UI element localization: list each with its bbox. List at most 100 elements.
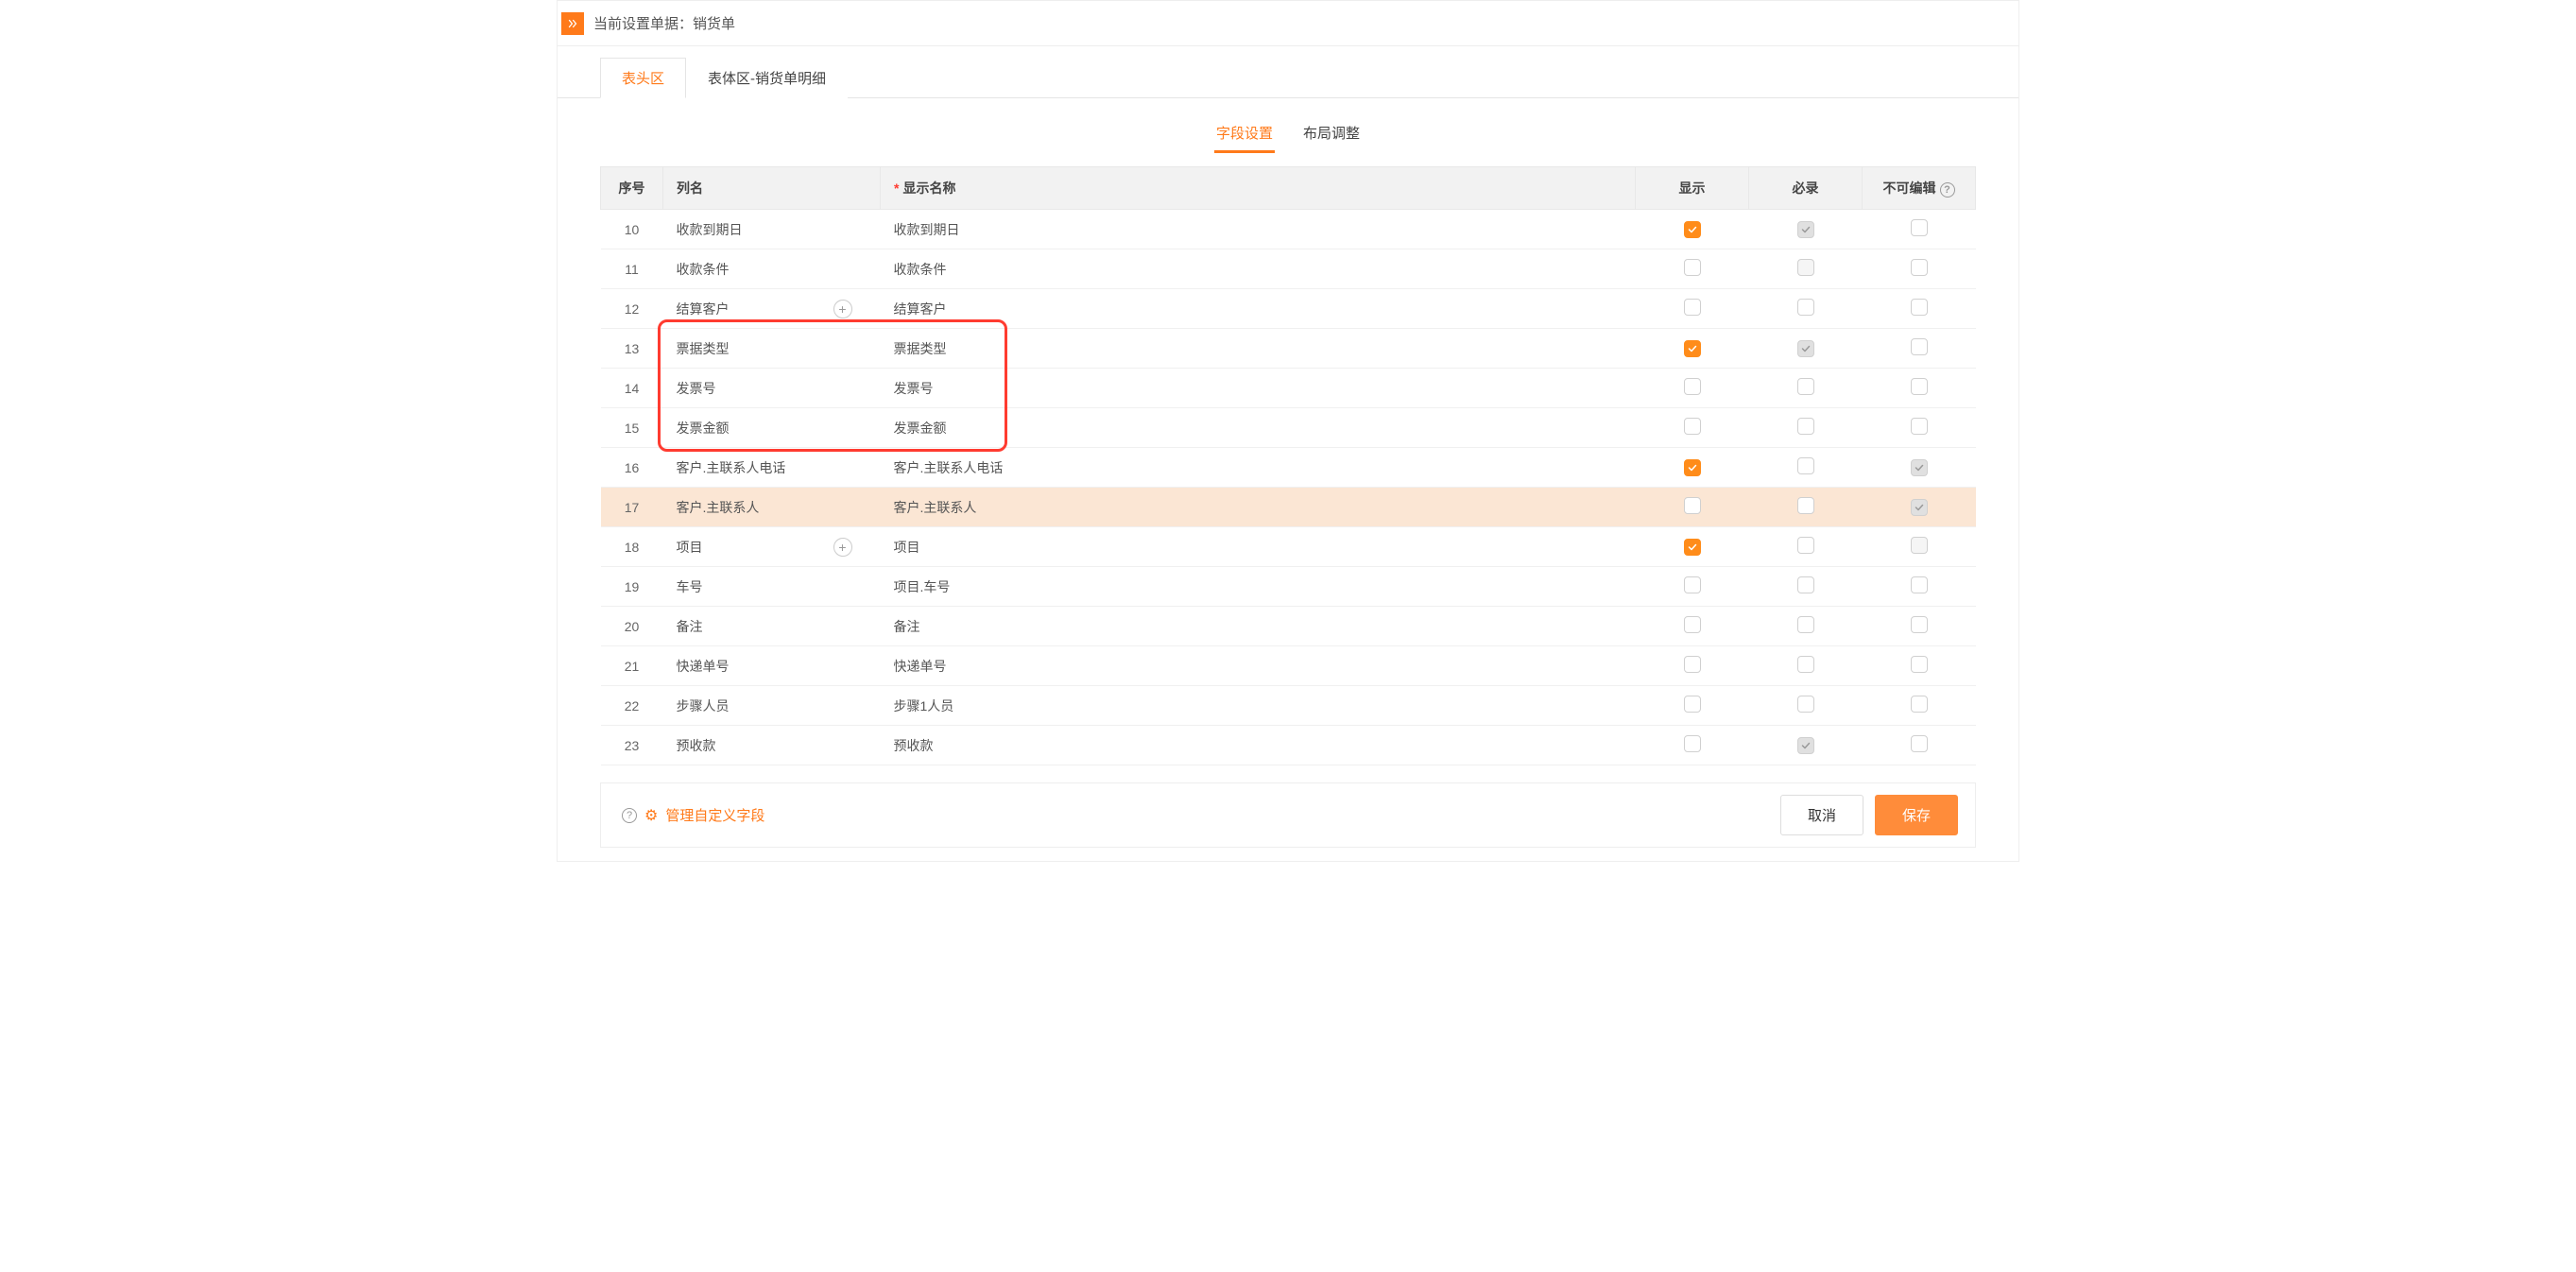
locked-checkbox[interactable] [1911,219,1928,236]
cell-required [1749,726,1863,765]
locked-checkbox[interactable] [1911,616,1928,633]
show-checkbox[interactable] [1684,576,1701,593]
cell-name: 项目+ [663,527,881,567]
required-checkbox[interactable] [1797,457,1814,474]
cell-required [1749,607,1863,646]
required-checkbox[interactable] [1797,696,1814,713]
locked-checkbox[interactable] [1911,259,1928,276]
cell-locked [1863,329,1976,369]
cell-display-name[interactable]: 客户.主联系人电话 [881,448,1636,488]
cell-display-name[interactable]: 项目 [881,527,1636,567]
table-row[interactable]: 16客户.主联系人电话客户.主联系人电话 [601,448,1976,488]
table-row[interactable]: 22步骤人员步骤1人员 [601,686,1976,726]
cell-show [1636,448,1749,488]
table-row[interactable]: 15发票金额发票金额 [601,408,1976,448]
cell-required [1749,408,1863,448]
locked-checkbox[interactable] [1911,338,1928,355]
cell-name: 结算客户+ [663,289,881,329]
locked-checkbox[interactable] [1911,696,1928,713]
cell-display-name[interactable]: 收款条件 [881,249,1636,289]
table-row[interactable]: 11收款条件收款条件 [601,249,1976,289]
table-row[interactable]: 19车号项目.车号 [601,567,1976,607]
cell-locked [1863,210,1976,249]
cell-display-name[interactable]: 收款到期日 [881,210,1636,249]
table-row[interactable]: 14发票号发票号 [601,369,1976,408]
field-table-wrapper: 序号 列名 *显示名称 显示 必录 不可编辑? 10收款到期日收款到期日11收款… [600,166,1976,765]
show-checkbox[interactable] [1684,418,1701,435]
show-checkbox[interactable] [1684,539,1701,556]
required-checkbox[interactable] [1797,656,1814,673]
cell-display-name[interactable]: 项目.车号 [881,567,1636,607]
required-checkbox[interactable] [1797,418,1814,435]
tabs-primary: 表头区 表体区-销货单明细 [600,58,2018,98]
col-locked-label: 不可编辑 [1883,180,1936,196]
show-checkbox[interactable] [1684,340,1701,357]
cell-display-name[interactable]: 发票金额 [881,408,1636,448]
locked-checkbox[interactable] [1911,576,1928,593]
show-checkbox[interactable] [1684,259,1701,276]
cell-name: 客户.主联系人电话 [663,448,881,488]
locked-checkbox[interactable] [1911,656,1928,673]
cell-display-name[interactable]: 快递单号 [881,646,1636,686]
cell-seq: 16 [601,448,663,488]
tab-layout-adjust[interactable]: 布局调整 [1301,115,1362,153]
table-row[interactable]: 23预收款预收款 [601,726,1976,765]
help-icon[interactable]: ? [1940,182,1955,198]
table-row[interactable]: 13票据类型票据类型 [601,329,1976,369]
required-checkbox[interactable] [1797,616,1814,633]
tab-body-area[interactable]: 表体区-销货单明细 [686,58,848,98]
locked-checkbox[interactable] [1911,299,1928,316]
locked-checkbox[interactable] [1911,378,1928,395]
cell-display-name[interactable]: 票据类型 [881,329,1636,369]
locked-checkbox[interactable] [1911,418,1928,435]
show-checkbox[interactable] [1684,656,1701,673]
cell-display-name[interactable]: 步骤1人员 [881,686,1636,726]
required-checkbox[interactable] [1797,576,1814,593]
footer-left: ? ⚙ 管理自定义字段 [618,805,764,825]
show-checkbox[interactable] [1684,459,1701,476]
table-row[interactable]: 10收款到期日收款到期日 [601,210,1976,249]
add-icon[interactable]: + [833,538,852,557]
cell-seq: 22 [601,686,663,726]
show-checkbox[interactable] [1684,497,1701,514]
tab-field-settings[interactable]: 字段设置 [1214,115,1275,153]
cancel-button[interactable]: 取消 [1780,795,1863,835]
cell-required [1749,527,1863,567]
table-row[interactable]: 20备注备注 [601,607,1976,646]
required-checkbox[interactable] [1797,537,1814,554]
show-checkbox[interactable] [1684,378,1701,395]
required-checkbox[interactable] [1797,299,1814,316]
expand-panel-button[interactable] [561,12,584,35]
show-checkbox[interactable] [1684,299,1701,316]
save-button[interactable]: 保存 [1875,795,1958,835]
cell-display-name[interactable]: 发票号 [881,369,1636,408]
required-checkbox [1797,259,1814,276]
show-checkbox[interactable] [1684,221,1701,238]
table-row[interactable]: 18项目+项目 [601,527,1976,567]
locked-checkbox[interactable] [1911,735,1928,752]
show-checkbox[interactable] [1684,696,1701,713]
cell-display-name[interactable]: 结算客户 [881,289,1636,329]
add-icon[interactable]: + [833,300,852,318]
col-name-header: 列名 [663,167,881,210]
field-name-label: 收款条件 [677,260,730,279]
required-checkbox[interactable] [1797,378,1814,395]
cell-name: 发票金额 [663,408,881,448]
manage-custom-fields-link[interactable]: 管理自定义字段 [665,805,764,825]
show-checkbox[interactable] [1684,735,1701,752]
cell-display-name[interactable]: 备注 [881,607,1636,646]
help-icon[interactable]: ? [622,808,637,823]
required-checkbox[interactable] [1797,497,1814,514]
tab-header-area[interactable]: 表头区 [600,58,686,98]
cell-locked [1863,527,1976,567]
table-row[interactable]: 12结算客户+结算客户 [601,289,1976,329]
table-row[interactable]: 21快递单号快递单号 [601,646,1976,686]
col-show-header: 显示 [1636,167,1749,210]
show-checkbox[interactable] [1684,616,1701,633]
cell-name: 快递单号 [663,646,881,686]
cell-display-name[interactable]: 客户.主联系人 [881,488,1636,527]
field-name-label: 发票金额 [677,419,730,438]
cell-seq: 13 [601,329,663,369]
cell-display-name[interactable]: 预收款 [881,726,1636,765]
table-row[interactable]: 17客户.主联系人客户.主联系人 [601,488,1976,527]
